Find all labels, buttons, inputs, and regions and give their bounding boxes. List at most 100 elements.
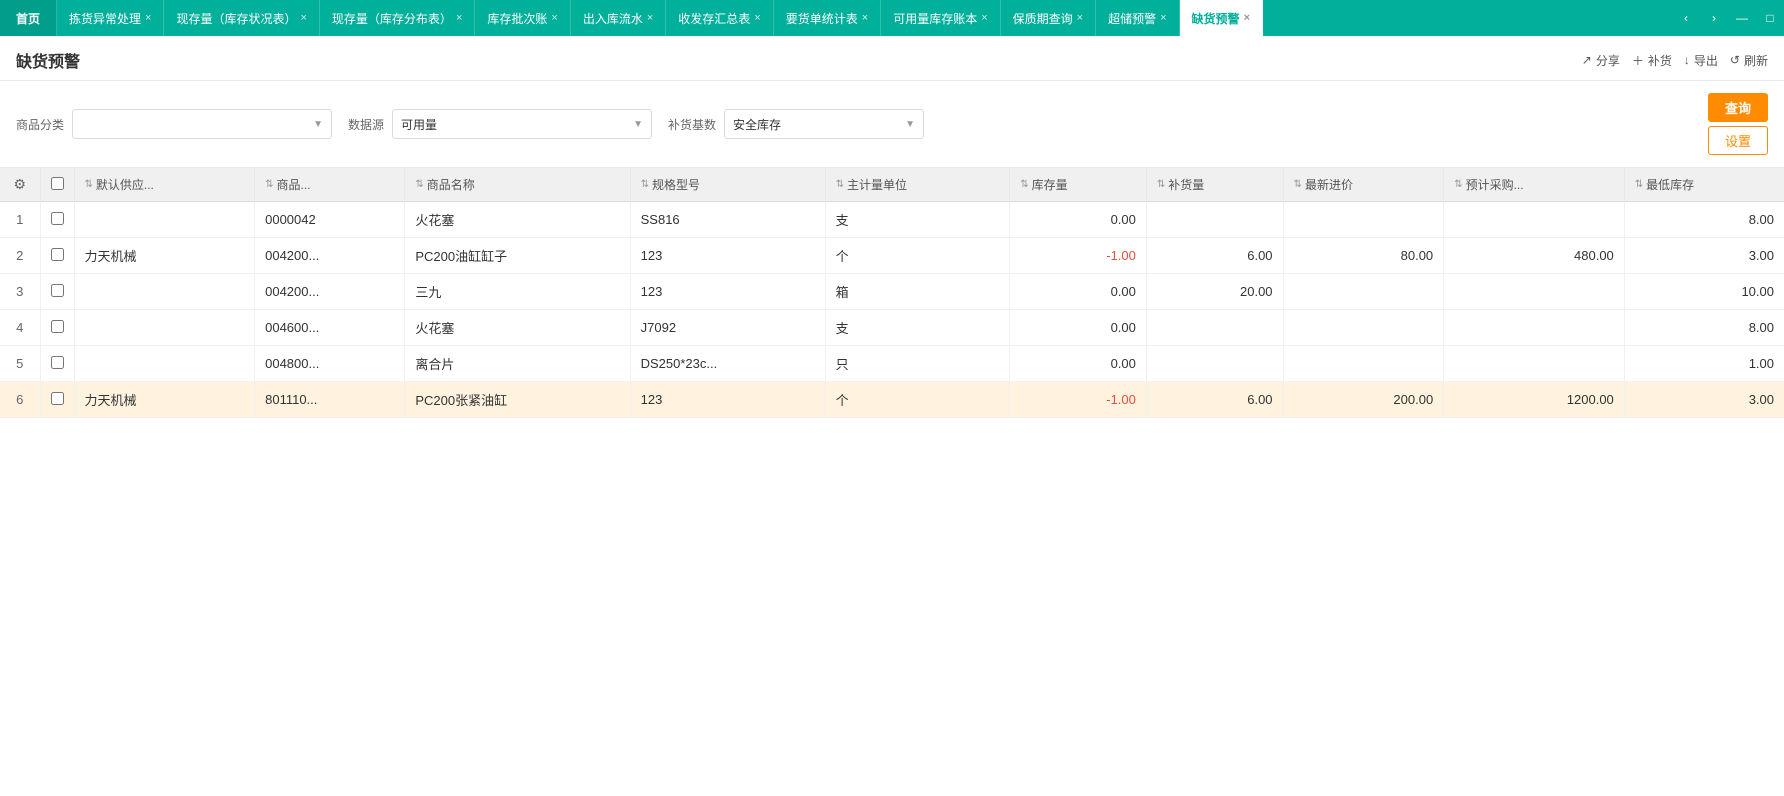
table-settings-icon[interactable]: ⚙ bbox=[13, 176, 26, 192]
cell-goodsno: 004800... bbox=[255, 346, 405, 382]
row-checkbox[interactable] bbox=[51, 212, 64, 225]
cell-stock: -1.00 bbox=[1010, 382, 1147, 418]
tab-exception[interactable]: 拣货异常处理 × bbox=[57, 0, 164, 36]
row-checkbox-cell[interactable] bbox=[40, 274, 74, 310]
settings-button[interactable]: 设置 bbox=[1708, 126, 1768, 155]
cell-supplier bbox=[74, 346, 255, 382]
row-checkbox-cell[interactable] bbox=[40, 202, 74, 238]
row-index: 2 bbox=[0, 238, 40, 274]
tab-inventory-dist[interactable]: 现存量（库存分布表） × bbox=[320, 0, 475, 36]
tab-home[interactable]: 首页 bbox=[0, 0, 57, 36]
page-title: 缺货预警 bbox=[16, 48, 80, 72]
row-checkbox-cell[interactable] bbox=[40, 346, 74, 382]
tab-overstock[interactable]: 超储预警 × bbox=[1096, 0, 1179, 36]
query-button[interactable]: 查询 bbox=[1708, 93, 1768, 122]
filter-bar: 商品分类 ▼ 数据源 可用量 ▼ 补货基数 安全库存 ▼ 查询 设置 bbox=[0, 81, 1784, 168]
cell-spec: J7092 bbox=[630, 310, 825, 346]
row-checkbox[interactable] bbox=[51, 356, 64, 369]
tab-close-shortage[interactable]: × bbox=[1244, 12, 1250, 24]
cell-supplier bbox=[74, 274, 255, 310]
tab-close-overstock[interactable]: × bbox=[1160, 12, 1166, 24]
category-chevron-icon: ▼ bbox=[313, 119, 323, 130]
sort-icon-supplier: ⇅ bbox=[85, 179, 93, 190]
tab-shortage[interactable]: 缺货预警 × bbox=[1180, 0, 1263, 36]
cell-goodsname: 离合片 bbox=[405, 346, 630, 382]
tab-available[interactable]: 可用量库存账本 × bbox=[881, 0, 1000, 36]
export-button[interactable]: ↓ 导出 bbox=[1684, 52, 1718, 69]
cell-unit: 支 bbox=[825, 202, 1010, 238]
datasource-chevron-icon: ▼ bbox=[633, 119, 643, 130]
replenish-button[interactable]: ＋ 补货 bbox=[1632, 52, 1672, 69]
cell-unit: 箱 bbox=[825, 274, 1010, 310]
cell-replenish bbox=[1146, 346, 1283, 382]
row-index: 4 bbox=[0, 310, 40, 346]
tab-close-available[interactable]: × bbox=[981, 12, 987, 24]
cell-minstk: 10.00 bbox=[1624, 274, 1784, 310]
sort-icon-goodsno: ⇅ bbox=[265, 179, 273, 190]
table-row: 5 004800... 离合片 DS250*23c... 只 0.00 1.00 bbox=[0, 346, 1784, 382]
tab-flow[interactable]: 出入库流水 × bbox=[571, 0, 666, 36]
row-index: 3 bbox=[0, 274, 40, 310]
replenish-base-select[interactable]: 安全库存 ▼ bbox=[724, 109, 924, 139]
page-header: 缺货预警 ↗ 分享 ＋ 补货 ↓ 导出 ↺ 刷新 bbox=[0, 36, 1784, 81]
col-settings[interactable]: ⚙ bbox=[0, 168, 40, 202]
filter-group-category: 商品分类 ▼ bbox=[16, 109, 332, 139]
tab-close-inventory-status[interactable]: × bbox=[300, 12, 306, 24]
row-checkbox[interactable] bbox=[51, 392, 64, 405]
nav-arrow-right[interactable]: › bbox=[1700, 0, 1728, 36]
filter-actions: 查询 设置 bbox=[1708, 93, 1768, 155]
tab-close-inventory-dist[interactable]: × bbox=[456, 12, 462, 24]
table-row: 1 0000042 火花塞 SS816 支 0.00 8.00 bbox=[0, 202, 1784, 238]
row-checkbox[interactable] bbox=[51, 284, 64, 297]
row-index: 5 bbox=[0, 346, 40, 382]
nav-maximize[interactable]: □ bbox=[1756, 0, 1784, 36]
tab-close-flow[interactable]: × bbox=[647, 12, 653, 24]
sort-icon-goodsname: ⇅ bbox=[415, 179, 423, 190]
datasource-select-value: 可用量 bbox=[401, 116, 437, 133]
cell-replenish bbox=[1146, 310, 1283, 346]
col-header-unit: ⇅ 主计量单位 bbox=[825, 168, 1010, 202]
share-button[interactable]: ↗ 分享 bbox=[1582, 52, 1620, 69]
tab-close-demand[interactable]: × bbox=[862, 12, 868, 24]
row-index: 6 bbox=[0, 382, 40, 418]
tab-close-exception[interactable]: × bbox=[145, 12, 151, 24]
tab-collection[interactable]: 收发存汇总表 × bbox=[666, 0, 773, 36]
tab-batch-account[interactable]: 库存批次账 × bbox=[475, 0, 570, 36]
table-row: 6 力天机械 801110... PC200张紧油缸 123 个 -1.00 6… bbox=[0, 382, 1784, 418]
cell-goodsno: 004200... bbox=[255, 238, 405, 274]
cell-goodsname: 火花塞 bbox=[405, 310, 630, 346]
select-all-checkbox[interactable] bbox=[51, 177, 64, 190]
refresh-button[interactable]: ↺ 刷新 bbox=[1730, 52, 1768, 69]
cell-supplier bbox=[74, 310, 255, 346]
datasource-select[interactable]: 可用量 ▼ bbox=[392, 109, 652, 139]
main-content: 缺货预警 ↗ 分享 ＋ 补货 ↓ 导出 ↺ 刷新 商品分类 bbox=[0, 36, 1784, 796]
nav-minimize[interactable]: — bbox=[1728, 0, 1756, 36]
cell-spec: 123 bbox=[630, 382, 825, 418]
col-checkbox-header[interactable] bbox=[40, 168, 74, 202]
cell-minstk: 1.00 bbox=[1624, 346, 1784, 382]
row-checkbox-cell[interactable] bbox=[40, 382, 74, 418]
tab-close-batch-account[interactable]: × bbox=[551, 12, 557, 24]
cell-minstk: 8.00 bbox=[1624, 310, 1784, 346]
row-checkbox[interactable] bbox=[51, 248, 64, 261]
nav-arrow-left[interactable]: ‹ bbox=[1672, 0, 1700, 36]
row-checkbox-cell[interactable] bbox=[40, 238, 74, 274]
table-header-row: ⚙ ⇅ 默认供应... ⇅ 商品... bbox=[0, 168, 1784, 202]
table-row: 2 力天机械 004200... PC200油缸缸子 123 个 -1.00 6… bbox=[0, 238, 1784, 274]
row-checkbox-cell[interactable] bbox=[40, 310, 74, 346]
tab-expiry[interactable]: 保质期查询 × bbox=[1001, 0, 1096, 36]
cell-unit: 个 bbox=[825, 238, 1010, 274]
row-checkbox[interactable] bbox=[51, 320, 64, 333]
category-select[interactable]: ▼ bbox=[72, 109, 332, 139]
tab-close-expiry[interactable]: × bbox=[1077, 12, 1083, 24]
cell-forecastqty bbox=[1444, 202, 1625, 238]
col-header-spec: ⇅ 规格型号 bbox=[630, 168, 825, 202]
tab-close-collection[interactable]: × bbox=[754, 12, 760, 24]
sort-icon-minstk: ⇅ bbox=[1635, 179, 1643, 190]
tab-inventory-status[interactable]: 现存量（库存状况表） × bbox=[164, 0, 319, 36]
cell-forecastqty bbox=[1444, 310, 1625, 346]
cell-replenish: 6.00 bbox=[1146, 382, 1283, 418]
tab-demand[interactable]: 要货单统计表 × bbox=[774, 0, 881, 36]
cell-supplier bbox=[74, 202, 255, 238]
replenish-base-chevron-icon: ▼ bbox=[905, 119, 915, 130]
